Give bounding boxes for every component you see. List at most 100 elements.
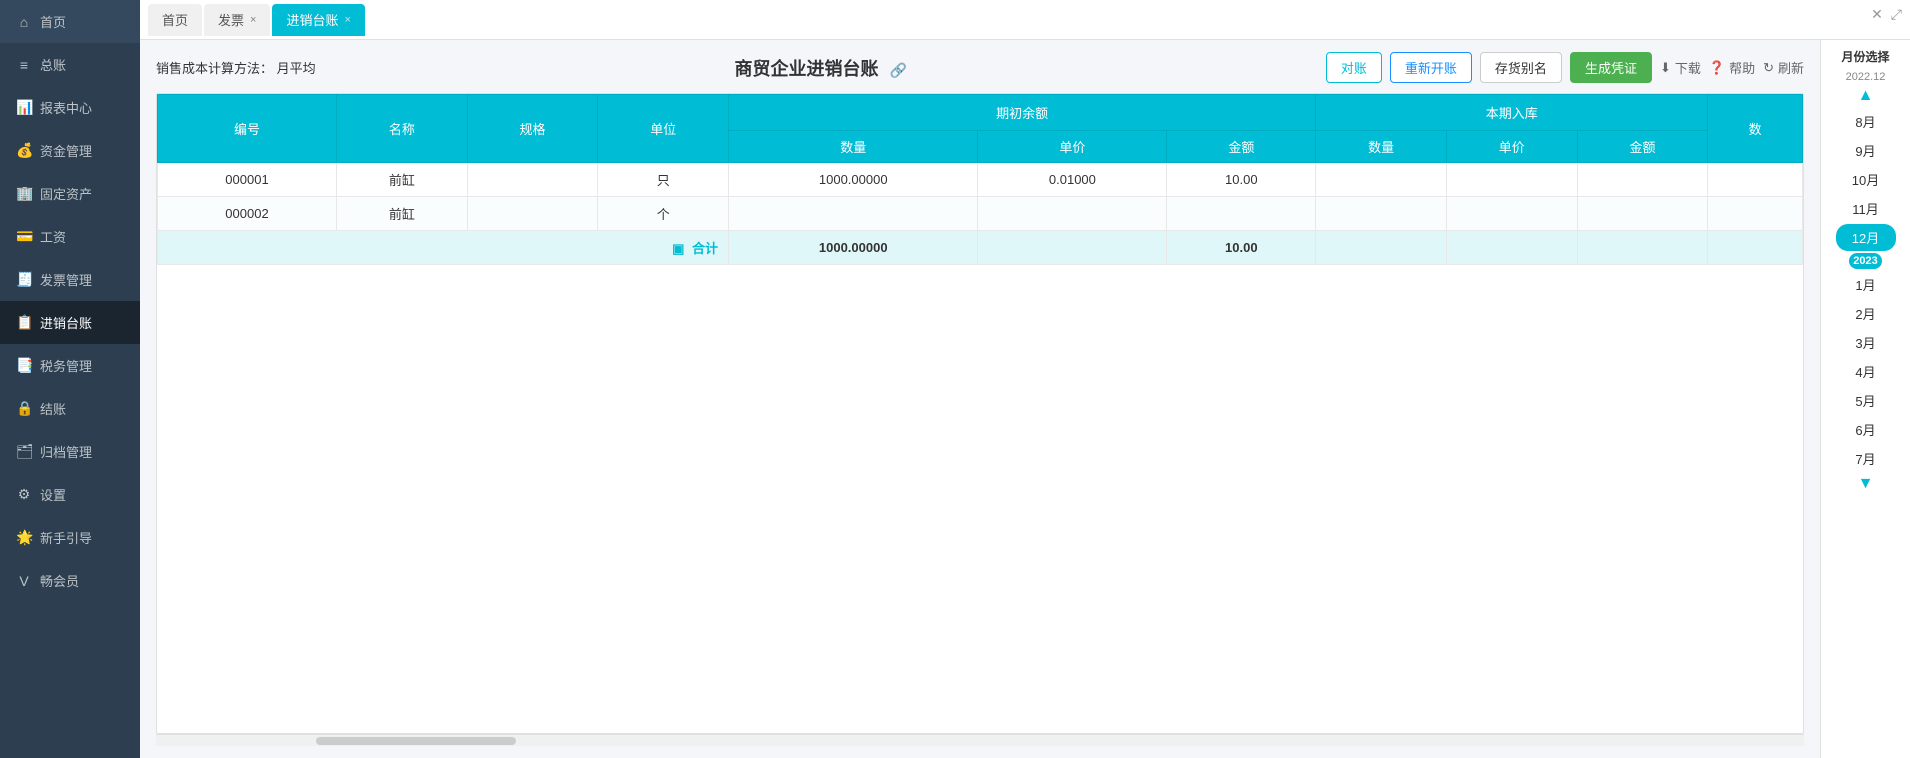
sidebar-item-label: 固定资产: [40, 184, 92, 203]
col-in-price: 单价: [1446, 131, 1577, 163]
title-link-icon[interactable]: 🔗: [890, 62, 907, 78]
sidebar-item-closing[interactable]: 🔒 结账: [0, 387, 140, 430]
archive-icon: 🗂: [16, 443, 32, 460]
tab-inventory[interactable]: 进销台账 ×: [272, 4, 364, 36]
sidebar-item-tax-management[interactable]: 📑 税务管理: [0, 344, 140, 387]
cost-method-label: 销售成本计算方法：: [156, 61, 273, 76]
close-window-button[interactable]: ✕: [1871, 6, 1883, 23]
cell-code: 000001: [158, 163, 337, 197]
col-name: 名称: [337, 95, 468, 163]
tax-icon: 📑: [16, 357, 32, 374]
cell-opening-price: [978, 197, 1167, 231]
month-item-1[interactable]: 1月: [1836, 271, 1896, 298]
col-opening-price: 单价: [978, 131, 1167, 163]
inventory-icon: 📋: [16, 314, 32, 331]
month-item-8[interactable]: 8月: [1836, 108, 1896, 135]
month-item-12[interactable]: 12月: [1836, 224, 1896, 251]
save-alias-button[interactable]: 存货别名: [1480, 52, 1562, 83]
col-code: 编号: [158, 95, 337, 163]
col-opening-qty: 数量: [729, 131, 978, 163]
tab-invoice[interactable]: 发票 ×: [204, 4, 270, 36]
month-item-9[interactable]: 9月: [1836, 137, 1896, 164]
month-scroll-up[interactable]: ▲: [1856, 85, 1876, 107]
sidebar-item-label: 发票管理: [40, 270, 92, 289]
download-button[interactable]: ⬇ 下载: [1660, 58, 1701, 77]
cell-extra: [1708, 197, 1803, 231]
maximize-window-button[interactable]: ⤢: [1891, 6, 1902, 23]
tab-invoice-close[interactable]: ×: [250, 14, 256, 26]
col-opening-balance: 期初余额: [729, 95, 1316, 131]
reopen-button[interactable]: 重新开账: [1390, 52, 1472, 83]
sidebar-item-label: 工资: [40, 227, 66, 246]
sidebar-item-home[interactable]: ⌂ 首页: [0, 0, 140, 43]
month-item-4[interactable]: 4月: [1836, 358, 1896, 385]
total-row: ▣ 合计 1000.00000 10.00: [158, 231, 1803, 265]
cell-opening-price: 0.01000: [978, 163, 1167, 197]
cell-opening-qty: [729, 197, 978, 231]
col-in-amount: 金额: [1577, 131, 1708, 163]
action-buttons: 对账 重新开账 存货别名 生成凭证 ⬇ 下载 ❓ 帮助 ↻ 刷新: [1326, 52, 1804, 83]
sidebar-item-report-center[interactable]: 📊 报表中心: [0, 86, 140, 129]
reconcile-button[interactable]: 对账: [1326, 52, 1382, 83]
sidebar-item-label: 税务管理: [40, 356, 92, 375]
month-scroll-down[interactable]: ▼: [1856, 473, 1876, 495]
horizontal-scrollbar[interactable]: [156, 734, 1804, 746]
guide-icon: 🌟: [16, 529, 32, 546]
sidebar-item-beginner-guide[interactable]: 🌟 新手引导: [0, 516, 140, 559]
sidebar-item-membership[interactable]: V 畅会员: [0, 559, 140, 602]
total-opening-price: [978, 231, 1167, 265]
cell-name: 前缸: [337, 197, 468, 231]
sidebar-item-fixed-assets[interactable]: 🏢 固定资产: [0, 172, 140, 215]
scroll-thumb[interactable]: [316, 737, 516, 745]
assets-icon: 🏢: [16, 185, 32, 202]
cell-extra: [1708, 163, 1803, 197]
month-item-6[interactable]: 6月: [1836, 416, 1896, 443]
cell-opening-amount: 10.00: [1167, 163, 1316, 197]
sidebar-item-archive[interactable]: 🗂 归档管理: [0, 430, 140, 473]
inventory-table: 编号 名称 规格 单位 期初余额 本期入库 数 数量 单价 金额 数: [157, 94, 1803, 265]
month-item-2[interactable]: 2月: [1836, 300, 1896, 327]
month-item-10[interactable]: 10月: [1836, 166, 1896, 193]
tab-inventory-close[interactable]: ×: [344, 14, 350, 26]
page-header: 销售成本计算方法： 月平均 商贸企业进销台账 🔗 对账 重新开账 存货别名 生成…: [156, 52, 1804, 83]
month-item-7[interactable]: 7月: [1836, 445, 1896, 472]
sidebar: ⌂ 首页 ≡ 总账 📊 报表中心 💰 资金管理 🏢 固定资产 💳 工资 🧾 发票…: [0, 0, 140, 758]
cell-in-qty: [1316, 197, 1447, 231]
sidebar-item-general-ledger[interactable]: ≡ 总账: [0, 43, 140, 86]
cost-method-value: 月平均: [277, 61, 316, 76]
tab-inventory-label: 进销台账: [286, 10, 338, 29]
tab-home[interactable]: 首页: [148, 4, 202, 36]
cell-in-price: [1446, 197, 1577, 231]
sidebar-item-label: 报表中心: [40, 98, 92, 117]
total-in-price: [1446, 231, 1577, 265]
inventory-table-container[interactable]: 编号 名称 规格 单位 期初余额 本期入库 数 数量 单价 金额 数: [156, 93, 1804, 734]
cell-name: 前缸: [337, 163, 468, 197]
refresh-button[interactable]: ↻ 刷新: [1763, 58, 1804, 77]
sidebar-item-invoice-management[interactable]: 🧾 发票管理: [0, 258, 140, 301]
col-extra: 数: [1708, 95, 1803, 163]
help-button[interactable]: ❓ 帮助: [1709, 58, 1755, 77]
month-item-3[interactable]: 3月: [1836, 329, 1896, 356]
tab-home-label: 首页: [162, 10, 188, 29]
membership-icon: V: [16, 573, 32, 589]
month-item-5[interactable]: 5月: [1836, 387, 1896, 414]
refresh-icon: ↻: [1763, 60, 1774, 76]
home-icon: ⌂: [16, 14, 32, 30]
cell-in-price: [1446, 163, 1577, 197]
year-2022-label: 2022.12: [1846, 71, 1886, 83]
closing-icon: 🔒: [16, 400, 32, 417]
total-label: ▣ 合计: [158, 231, 729, 265]
sidebar-item-settings[interactable]: ⚙ 设置: [0, 473, 140, 516]
table-row: 000001 前缸 只 1000.00000 0.01000 10.00: [158, 163, 1803, 197]
tab-bar: 首页 发票 × 进销台账 ×: [140, 0, 1910, 40]
sidebar-item-inventory[interactable]: 📋 进销台账: [0, 301, 140, 344]
month-item-11[interactable]: 11月: [1836, 195, 1896, 222]
ledger-icon: ≡: [16, 57, 32, 73]
total-extra: [1708, 231, 1803, 265]
sidebar-item-label: 归档管理: [40, 442, 92, 461]
sidebar-item-payroll[interactable]: 💳 工资: [0, 215, 140, 258]
cell-unit: 个: [598, 197, 729, 231]
generate-voucher-button[interactable]: 生成凭证: [1570, 52, 1652, 83]
sidebar-item-label: 首页: [40, 12, 66, 31]
sidebar-item-fund-management[interactable]: 💰 资金管理: [0, 129, 140, 172]
